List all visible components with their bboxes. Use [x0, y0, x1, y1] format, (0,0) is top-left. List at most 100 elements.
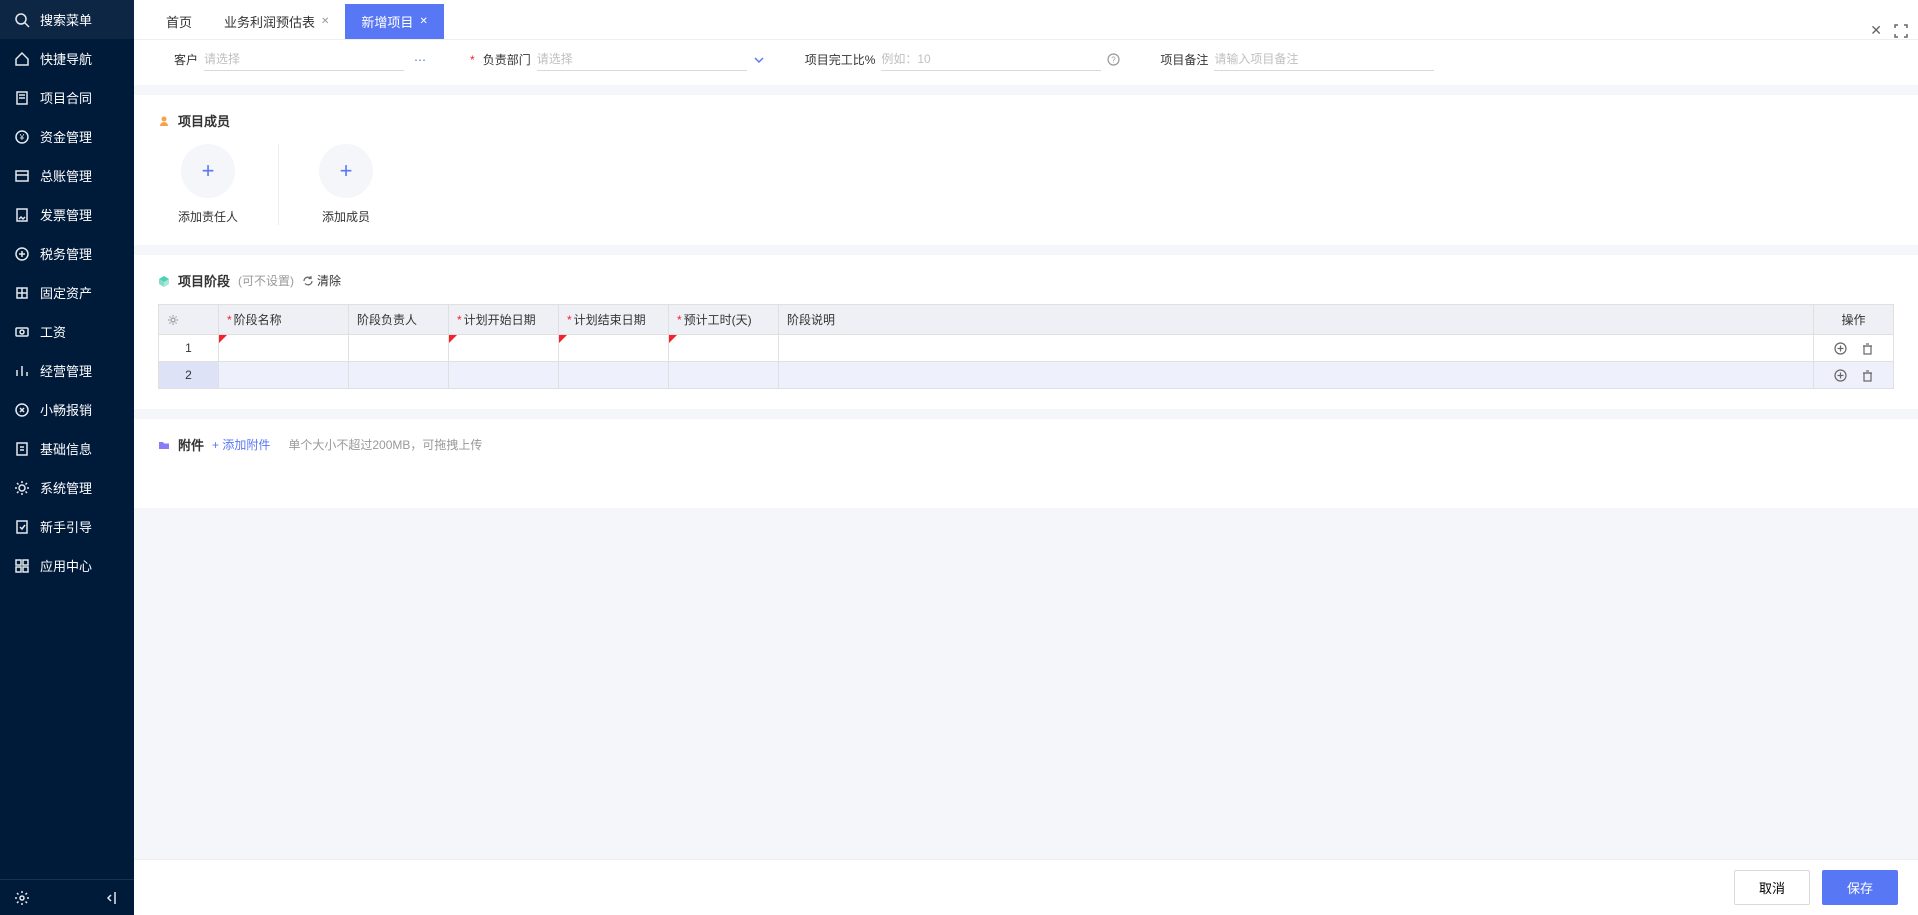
tab-label: 业务利润预估表 [224, 12, 315, 31]
sidebar-item-ledger[interactable]: 总账管理 [0, 156, 134, 195]
sidebar-item-system[interactable]: 系统管理 [0, 468, 134, 507]
completion-pct-input[interactable] [881, 48, 1101, 71]
cell-stage-name[interactable] [219, 362, 349, 389]
salary-icon [14, 324, 30, 340]
table-row[interactable]: 1 [159, 335, 1894, 362]
section-attachments: 附件 + 添加附件 单个大小不超过200MB，可拖拽上传 [134, 419, 1918, 508]
main: 首页 业务利润预估表 ✕ 新增项目 ✕ ✕ 客户 ⋯ * 负责部 [134, 0, 1918, 915]
tab-label: 首页 [166, 12, 192, 31]
required-mark: * [470, 53, 475, 67]
remark-input[interactable] [1214, 48, 1434, 71]
clear-stages[interactable]: 清除 [302, 272, 341, 289]
tabs-bar: 首页 业务利润预估表 ✕ 新增项目 ✕ ✕ [134, 0, 1918, 40]
reimburse-icon [14, 402, 30, 418]
customer-label: 客户 [174, 51, 198, 68]
cell-stage-name[interactable] [219, 335, 349, 362]
section-members: 项目成员 + 添加责任人 + 添加成员 [134, 95, 1918, 245]
money-icon: ¥ [14, 129, 30, 145]
customer-input[interactable] [204, 48, 404, 71]
sidebar: 搜索菜单 快捷导航 项目合同 ¥ 资金管理 总账管理 [0, 0, 134, 915]
save-button[interactable]: 保存 [1822, 870, 1898, 905]
fullscreen-icon[interactable] [1894, 24, 1908, 38]
attach-title: 附件 [178, 435, 204, 454]
gear-column-header[interactable] [159, 305, 219, 335]
folder-icon [158, 439, 170, 451]
section-stages: 项目阶段 (可不设置) 清除 阶段名称 阶段负责人 [134, 255, 1918, 409]
tab-home[interactable]: 首页 [150, 4, 208, 39]
section-header-attach: 附件 + 添加附件 单个大小不超过200MB，可拖拽上传 [158, 435, 1894, 454]
sidebar-item-quicknav[interactable]: 快捷导航 [0, 39, 134, 78]
cell-hours[interactable] [669, 362, 779, 389]
divider [278, 144, 279, 225]
settings-icon[interactable] [14, 890, 30, 906]
close-icon[interactable]: ✕ [321, 16, 329, 27]
sidebar-item-funds[interactable]: ¥ 资金管理 [0, 117, 134, 156]
sidebar-item-app[interactable]: 应用中心 [0, 546, 134, 585]
sidebar-item-label: 项目合同 [40, 88, 92, 107]
cell-end-date[interactable] [559, 362, 669, 389]
delete-row-icon[interactable] [1861, 342, 1874, 355]
add-row-icon[interactable] [1834, 369, 1847, 382]
plus-icon[interactable]: + [319, 144, 373, 198]
delete-row-icon[interactable] [1861, 369, 1874, 382]
sidebar-item-label: 搜索菜单 [40, 10, 92, 29]
sidebar-item-label: 应用中心 [40, 556, 92, 575]
tab-new-project[interactable]: 新增项目 ✕ [345, 4, 443, 39]
sidebar-footer [0, 879, 134, 915]
field-department: * 负责部门 [470, 48, 765, 71]
sidebar-item-guide[interactable]: 新手引导 [0, 507, 134, 546]
cell-start-date[interactable] [449, 335, 559, 362]
sidebar-item-manage[interactable]: 经营管理 [0, 351, 134, 390]
cell-hours[interactable] [669, 335, 779, 362]
col-desc: 阶段说明 [779, 305, 1814, 335]
help-icon[interactable]: ? [1107, 53, 1120, 66]
collapse-sidebar-icon[interactable] [104, 890, 120, 906]
sidebar-item-label: 固定资产 [40, 283, 92, 302]
add-member[interactable]: + 添加成员 [319, 144, 373, 225]
cell-end-date[interactable] [559, 335, 669, 362]
cell-start-date[interactable] [449, 362, 559, 389]
app-icon [14, 558, 30, 574]
doc-icon [14, 90, 30, 106]
sidebar-item-label: 经营管理 [40, 361, 92, 380]
plus-icon[interactable]: + [181, 144, 235, 198]
sidebar-item-salary[interactable]: 工资 [0, 312, 134, 351]
add-attachment-link[interactable]: + 添加附件 [212, 436, 270, 453]
close-icon[interactable]: ✕ [419, 16, 427, 27]
guide-icon [14, 519, 30, 535]
sidebar-item-asset[interactable]: 固定资产 [0, 273, 134, 312]
asset-icon [14, 285, 30, 301]
info-icon [14, 441, 30, 457]
section-header-stages: 项目阶段 (可不设置) 清除 [158, 271, 1894, 290]
cell-desc[interactable] [779, 362, 1814, 389]
more-icon[interactable]: ⋯ [410, 53, 430, 67]
tab-profit-estimate[interactable]: 业务利润预估表 ✕ [208, 4, 345, 39]
cell-desc[interactable] [779, 335, 1814, 362]
sidebar-item-contract[interactable]: 项目合同 [0, 78, 134, 117]
content: 客户 ⋯ * 负责部门 项目完工比% ? 项目备注 [134, 40, 1918, 859]
close-panel-icon[interactable]: ✕ [1870, 22, 1882, 39]
sidebar-item-label: 快捷导航 [40, 49, 92, 68]
cancel-button[interactable]: 取消 [1734, 870, 1810, 905]
add-owner[interactable]: + 添加责任人 [178, 144, 238, 225]
system-icon [14, 480, 30, 496]
cube-icon [158, 275, 170, 287]
chevron-down-icon[interactable] [753, 54, 765, 66]
sidebar-item-reimburse[interactable]: 小畅报销 [0, 390, 134, 429]
department-input[interactable] [537, 48, 747, 71]
sidebar-item-search[interactable]: 搜索菜单 [0, 0, 134, 39]
field-remark: 项目备注 [1160, 48, 1434, 71]
cell-stage-owner[interactable] [349, 362, 449, 389]
home-icon [14, 51, 30, 67]
col-stage-name: 阶段名称 [219, 305, 349, 335]
add-row-icon[interactable] [1834, 342, 1847, 355]
tab-label: 新增项目 [361, 12, 413, 31]
sidebar-item-info[interactable]: 基础信息 [0, 429, 134, 468]
row-index: 1 [159, 335, 219, 362]
sidebar-item-invoice[interactable]: 发票管理 [0, 195, 134, 234]
sidebar-item-tax[interactable]: 税务管理 [0, 234, 134, 273]
cell-op [1814, 335, 1894, 362]
cell-stage-owner[interactable] [349, 335, 449, 362]
table-row[interactable]: 2 [159, 362, 1894, 389]
add-member-label: 添加成员 [322, 208, 370, 225]
